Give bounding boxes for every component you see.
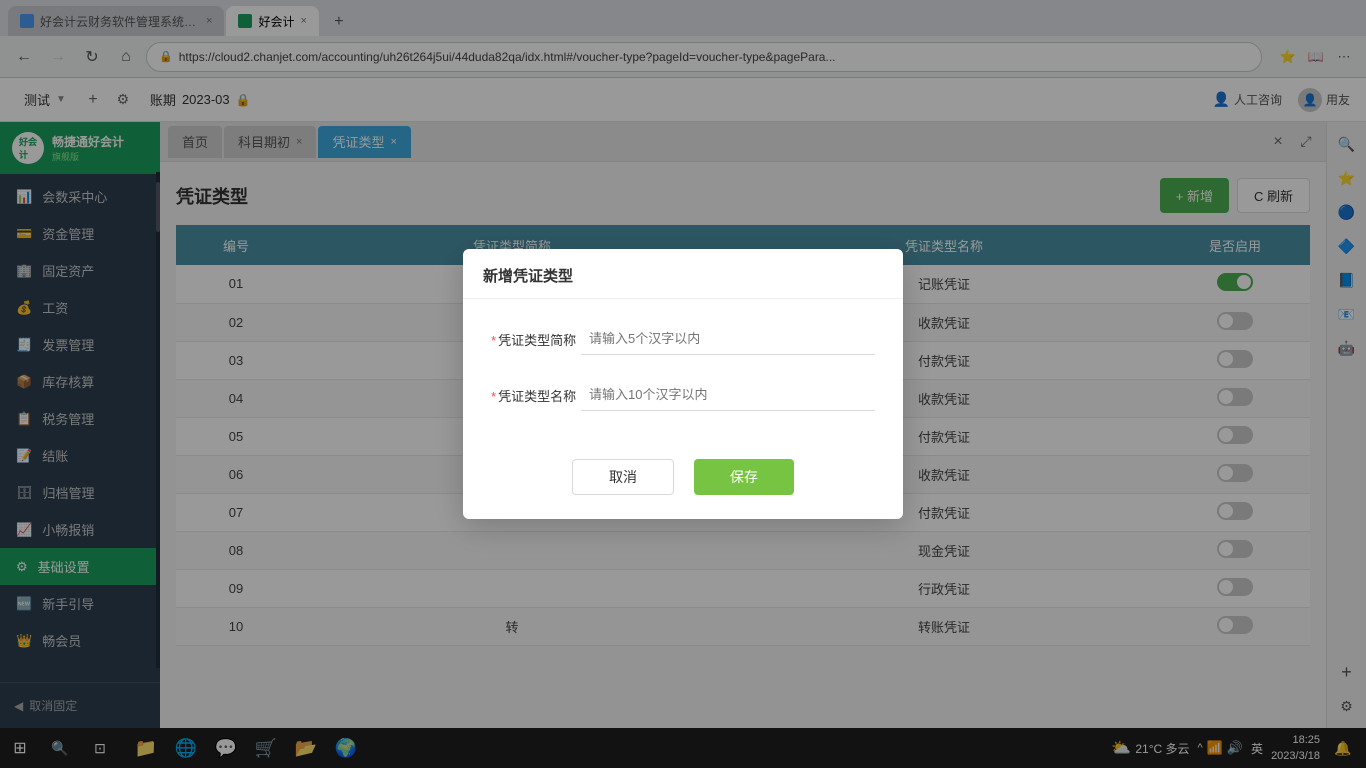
- name-label: *凭证类型名称: [491, 386, 581, 405]
- modal-body: *凭证类型简称 *凭证类型名称: [463, 299, 903, 443]
- abbr-required: *: [491, 333, 496, 348]
- cancel-btn[interactable]: 取消: [572, 459, 674, 495]
- modal-footer: 取消 保存: [463, 443, 903, 519]
- name-required: *: [491, 389, 496, 404]
- name-input[interactable]: [581, 379, 875, 411]
- modal-title: 新增凭证类型: [483, 268, 573, 285]
- modal-overlay: 新增凭证类型 *凭证类型简称 *凭证类型名称 取消 保存: [0, 0, 1366, 768]
- form-row-name: *凭证类型名称: [491, 379, 875, 411]
- form-row-abbr: *凭证类型简称: [491, 323, 875, 355]
- modal: 新增凭证类型 *凭证类型简称 *凭证类型名称 取消 保存: [463, 249, 903, 519]
- abbr-label: *凭证类型简称: [491, 330, 581, 349]
- modal-header: 新增凭证类型: [463, 249, 903, 299]
- save-btn[interactable]: 保存: [694, 459, 794, 495]
- abbr-input[interactable]: [581, 323, 875, 355]
